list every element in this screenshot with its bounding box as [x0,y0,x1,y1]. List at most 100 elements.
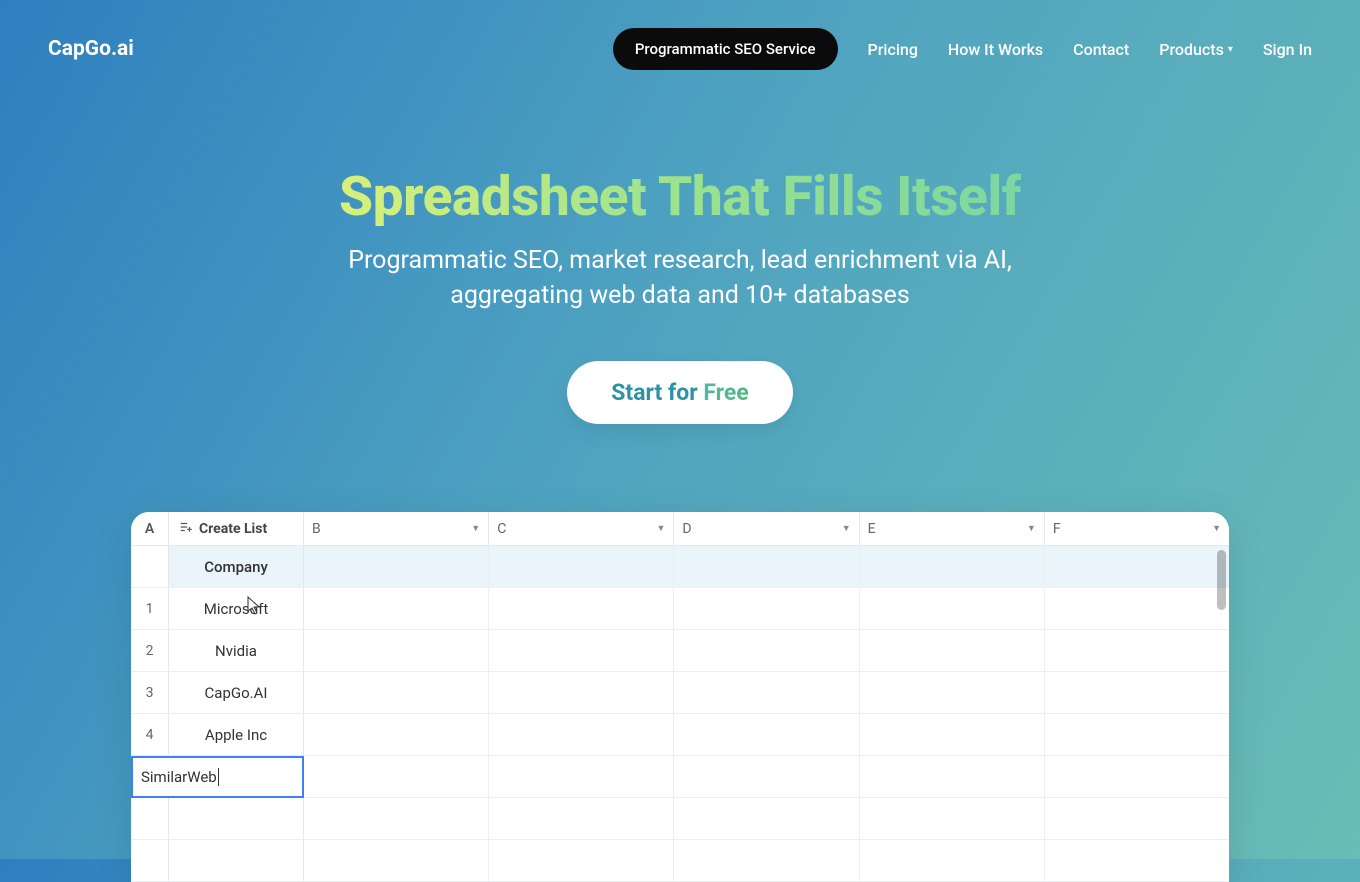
empty-cell[interactable] [304,840,489,881]
hero-subtitle-line1: Programmatic SEO, market research, lead … [40,243,1320,278]
row-number: 1 [131,588,169,629]
empty-cell[interactable] [674,630,859,671]
empty-cell[interactable] [1045,630,1229,671]
nav-link-contact[interactable]: Contact [1073,40,1129,59]
cell-edit-input[interactable]: SimilarWeb [131,756,304,798]
cell-value[interactable]: Nvidia [169,630,304,671]
spreadsheet-preview: A Create List B▼ C▼ D▼ E▼ F▼ Company 1 M… [131,512,1229,882]
empty-cell[interactable] [304,714,489,755]
brand-logo[interactable]: CapGo.ai [48,37,134,61]
empty-cell[interactable] [489,714,674,755]
column-header-c[interactable]: C▼ [489,512,674,545]
column-letter: B [312,521,321,537]
nav-link-sign-in[interactable]: Sign In [1263,40,1312,59]
empty-cell[interactable] [674,756,859,797]
empty-cell[interactable] [1045,588,1229,629]
empty-cell[interactable] [674,714,859,755]
empty-cell[interactable] [1045,714,1229,755]
empty-cell[interactable] [489,630,674,671]
chevron-down-icon: ▼ [1027,523,1036,534]
empty-cell[interactable] [674,672,859,713]
hero-section: Spreadsheet That Fills Itself Programmat… [0,165,1360,424]
empty-cell[interactable] [304,798,489,839]
cell-value[interactable]: CapGo.AI [169,672,304,713]
cell-company-header[interactable]: Company [169,546,304,587]
empty-cell[interactable] [304,756,489,797]
nav-link-how-it-works[interactable]: How It Works [948,40,1043,59]
column-header-d[interactable]: D▼ [674,512,859,545]
empty-cell[interactable] [489,672,674,713]
empty-cell[interactable] [674,588,859,629]
cell-value[interactable] [169,798,304,839]
empty-cell[interactable] [860,672,1045,713]
table-row-editing[interactable]: SimilarWeb [131,756,1229,798]
empty-cell[interactable] [860,840,1045,881]
empty-cell[interactable] [860,588,1045,629]
empty-cell[interactable] [304,672,489,713]
empty-cell[interactable] [1045,798,1229,839]
empty-cell[interactable] [1045,756,1229,797]
empty-cell[interactable] [674,798,859,839]
cell-value[interactable] [169,840,304,881]
table-row[interactable]: 3 CapGo.AI [131,672,1229,714]
chevron-down-icon: ▾ [1228,44,1233,55]
column-header-row: A Create List B▼ C▼ D▼ E▼ F▼ [131,512,1229,546]
cta-free: Free [703,379,748,406]
table-row[interactable] [131,840,1229,882]
create-list-label: Create List [199,521,267,537]
header: CapGo.ai Programmatic SEO Service Pricin… [0,0,1360,70]
empty-cell[interactable] [489,840,674,881]
chevron-down-icon: ▼ [656,523,665,534]
empty-cell[interactable] [304,546,489,587]
table-row[interactable]: 1 Microsoft [131,588,1229,630]
cta-start-for-free-button[interactable]: Start for Free [567,361,792,424]
vertical-scrollbar[interactable] [1217,550,1226,610]
text-caret-icon [218,768,219,786]
cell-value[interactable]: Apple Inc [169,714,304,755]
hero-subtitle: Programmatic SEO, market research, lead … [40,243,1320,313]
empty-cell[interactable] [489,588,674,629]
row-number [131,840,169,881]
empty-cell[interactable] [1045,546,1229,587]
column-letter: C [497,521,506,537]
empty-cell[interactable] [860,798,1045,839]
column-header-e[interactable]: E▼ [860,512,1045,545]
empty-cell[interactable] [860,714,1045,755]
column-letter: F [1053,521,1061,537]
column-header-b[interactable]: B▼ [304,512,489,545]
empty-cell[interactable] [860,756,1045,797]
nav-pill-programmatic-seo[interactable]: Programmatic SEO Service [613,28,838,70]
empty-cell[interactable] [489,546,674,587]
nav-link-products-dropdown[interactable]: Products ▾ [1159,40,1233,59]
empty-cell[interactable] [489,756,674,797]
empty-cell[interactable] [674,546,859,587]
empty-cell[interactable] [1045,840,1229,881]
nav-link-pricing[interactable]: Pricing [868,40,918,59]
empty-cell[interactable] [1045,672,1229,713]
table-header-row[interactable]: Company [131,546,1229,588]
column-header-a-letter[interactable]: A [131,512,169,545]
sheet-body: Company 1 Microsoft 2 Nvidia 3 CapGo.AI … [131,546,1229,882]
empty-cell[interactable] [489,798,674,839]
empty-cell[interactable] [304,588,489,629]
create-list-button[interactable]: Create List [169,512,304,545]
table-row[interactable]: 4 Apple Inc [131,714,1229,756]
row-number [131,798,169,839]
column-header-f[interactable]: F▼ [1045,512,1229,545]
table-row[interactable]: 2 Nvidia [131,630,1229,672]
hero-title: Spreadsheet That Fills Itself [339,165,1021,229]
nav-link-products-label: Products [1159,40,1224,59]
empty-cell[interactable] [860,630,1045,671]
cell-edit-value: SimilarWeb [141,768,217,786]
create-list-icon [179,520,193,538]
empty-cell[interactable] [304,630,489,671]
table-row[interactable] [131,798,1229,840]
cell-value[interactable]: Microsoft [169,588,304,629]
empty-cell[interactable] [674,840,859,881]
empty-cell[interactable] [860,546,1045,587]
column-letter: D [682,521,691,537]
chevron-down-icon: ▼ [471,523,480,534]
hero-subtitle-line2: aggregating web data and 10+ databases [40,278,1320,313]
chevron-down-icon: ▼ [1212,523,1221,534]
cta-prefix: Start for [611,379,703,406]
